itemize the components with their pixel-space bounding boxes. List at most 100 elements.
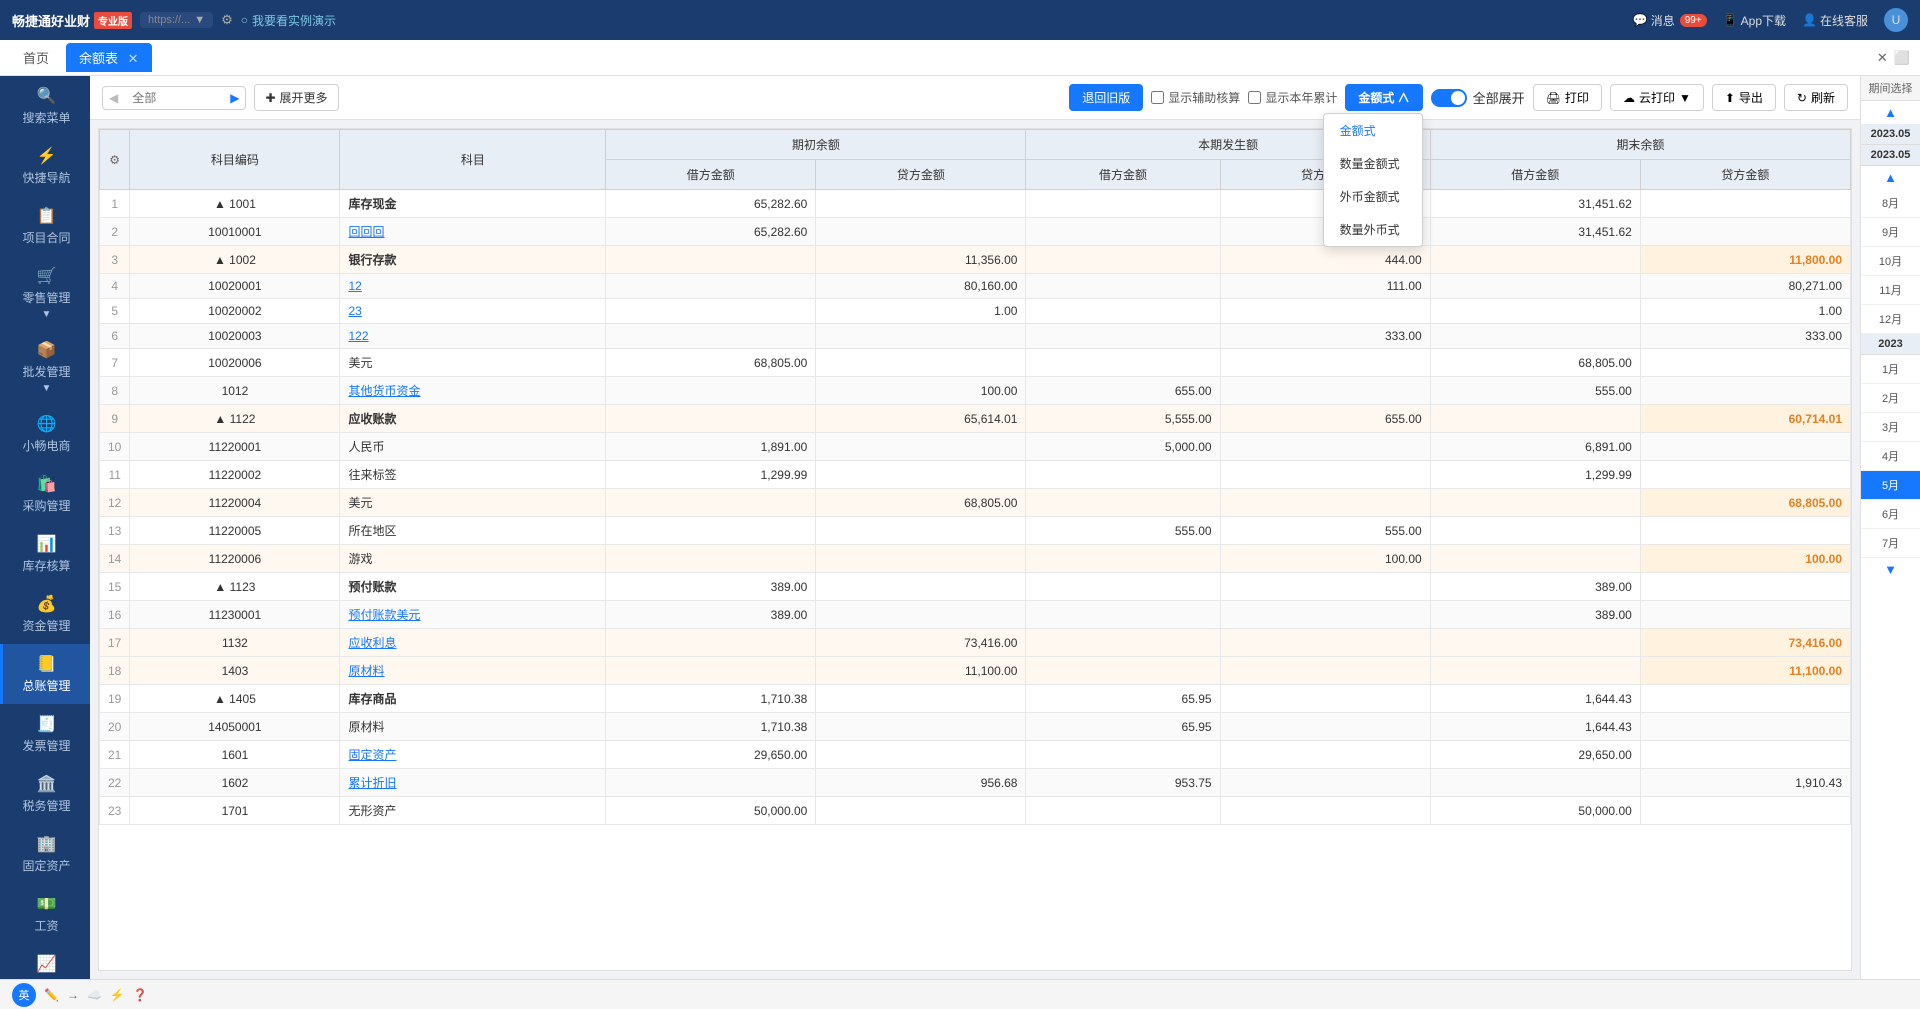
tab-balance[interactable]: 余额表 ✕ [66,43,152,72]
table-cell-subject[interactable]: 原材料 [340,657,606,685]
search-left-arrow-icon[interactable]: ◀ [103,87,124,109]
sidebar-item-fixed-assets[interactable]: 🏢 固定资产 [0,824,90,884]
table-cell-closing_debit: 50,000.00 [1430,797,1640,825]
sidebar-item-operations[interactable]: 📈 经营管理 [0,944,90,979]
period-nav-up2[interactable]: ▲ [1861,166,1920,189]
table-cell-code: 1701 [130,797,340,825]
col-gear-icon[interactable]: ⚙ [109,153,120,167]
amount-mode-item-amount[interactable]: 金额式 [1324,114,1422,147]
table-cell-code: 11230001 [130,601,340,629]
tab-close-icon[interactable]: ✕ [128,51,139,66]
sidebar-item-inventory[interactable]: 📊 库存核算 [0,524,90,584]
show-assist-checkbox[interactable]: 显示辅助核算 [1151,89,1240,106]
table-cell-closing_credit [1640,601,1850,629]
sidebar-item-project[interactable]: 📋 项目合同 [0,196,90,256]
sidebar-item-retail[interactable]: 🛒 零售管理 ▼ [0,256,90,330]
table-cell-subject[interactable]: 回回回 [340,218,606,246]
period-10[interactable]: 10月 [1861,247,1920,276]
expand-more-btn[interactable]: ✚ 展开更多 [254,84,338,111]
messages[interactable]: 💬 消息 99+ [1633,12,1707,29]
table-cell-subject[interactable]: 122 [340,324,606,349]
table-cell-subject[interactable]: 23 [340,299,606,324]
sidebar-item-ecommerce[interactable]: 🌐 小畅电商 [0,404,90,464]
search-right-arrow-icon[interactable]: ▶ [224,87,245,109]
lang-switch-btn[interactable]: 英 [12,983,36,1007]
sidebar-item-finance[interactable]: 💰 资金管理 [0,584,90,644]
cloud-print-btn[interactable]: ☁ 云打印 ▼ [1610,84,1704,111]
sidebar-item-payroll[interactable]: 💵 工资 [0,884,90,944]
table-cell-period_credit [1220,713,1430,741]
period-1[interactable]: 1月 [1861,355,1920,384]
period-nav-down[interactable]: ▼ [1861,558,1920,581]
sidebar-item-invoice[interactable]: 🧾 发票管理 [0,704,90,764]
table-cell-closing_debit: 1,299.99 [1430,461,1640,489]
table-row: 9 [100,405,130,433]
search-input[interactable] [124,87,224,109]
table-cell-subject[interactable]: 12 [340,274,606,299]
top-bar-left: 畅捷通好业财 专业版 https://... ▼ ⚙ ○ 我要看实例演示 [12,11,336,30]
demo-link[interactable]: ○ 我要看实例演示 [241,12,336,29]
table-cell-period_debit: 5,555.00 [1026,405,1220,433]
period-9[interactable]: 9月 [1861,218,1920,247]
user-avatar[interactable]: U [1884,8,1908,32]
table-cell-subject[interactable]: 预付账款美元 [340,601,606,629]
close-window-icon[interactable]: ✕ [1877,50,1888,66]
table-cell-subject[interactable]: 固定资产 [340,741,606,769]
table-cell-opening_credit [816,461,1026,489]
refresh-btn[interactable]: ↻ 刷新 [1784,84,1848,111]
period-11[interactable]: 11月 [1861,276,1920,305]
table-cell-period_debit [1026,190,1220,218]
help-icon[interactable]: ❓ [133,988,148,1002]
sidebar-item-purchase[interactable]: 🛍️ 采购管理 [0,464,90,524]
show-ytd-checkbox[interactable]: 显示本年累计 [1248,89,1337,106]
table-cell-period_debit [1026,489,1220,517]
sidebar-item-search[interactable]: 🔍 搜索菜单 [0,76,90,136]
table-cell-subject[interactable]: 其他货币资金 [340,377,606,405]
amount-mode-item-qty-foreign[interactable]: 数量外币式 [1324,213,1422,246]
sidebar-item-tax[interactable]: 🏛️ 税务管理 [0,764,90,824]
online-service[interactable]: 👤 在线客服 [1802,12,1868,29]
table-cell-subject: 库存现金 [340,190,606,218]
table-row: 22 [100,769,130,797]
period-12[interactable]: 12月 [1861,305,1920,334]
lightning-icon[interactable]: ⚡ [110,988,125,1002]
settings-icon[interactable]: ⚙ [221,12,233,28]
amount-mode-item-foreign-amount[interactable]: 外币金额式 [1324,180,1422,213]
period-2[interactable]: 2月 [1861,384,1920,413]
sidebar-item-wholesale[interactable]: 📦 批发管理 ▼ [0,330,90,404]
retail-icon: 🛒 [37,266,57,286]
sidebar-item-quick-nav[interactable]: ⚡ 快捷导航 [0,136,90,196]
period-8[interactable]: 8月 [1861,189,1920,218]
app-download[interactable]: 📱 App下载 [1723,12,1786,29]
export-btn[interactable]: ⬆ 导出 [1712,84,1776,111]
back-old-version-btn[interactable]: 退回旧版 [1069,84,1143,111]
maximize-icon[interactable]: ⬜ [1894,50,1910,66]
table-cell-closing_credit [1640,433,1850,461]
amount-mode-btn[interactable]: 金额式 ∧ [1345,84,1422,111]
toggle-switch[interactable] [1431,89,1467,107]
url-bar[interactable]: https://... ▼ [140,12,213,28]
period-nav-up[interactable]: ▲ [1861,101,1920,124]
period-7[interactable]: 7月 [1861,529,1920,558]
table-cell-period_debit [1026,324,1220,349]
sidebar-item-ledger[interactable]: 📒 总账管理 [0,644,90,704]
edit-icon[interactable]: ✏️ [44,988,59,1002]
period-6[interactable]: 6月 [1861,500,1920,529]
period-5[interactable]: 5月 [1861,471,1920,500]
wholesale-arrow-icon: ▼ [42,383,52,394]
table-cell-subject[interactable]: 应收利息 [340,629,606,657]
logo: 畅捷通好业财 专业版 [12,11,132,30]
period-3[interactable]: 3月 [1861,413,1920,442]
table-cell-subject[interactable]: 累计折旧 [340,769,606,797]
print-btn[interactable]: 🖨 打印 [1533,84,1602,111]
table-cell-period_credit [1220,461,1430,489]
period-4[interactable]: 4月 [1861,442,1920,471]
table-cell-period_credit [1220,377,1430,405]
cloud-icon[interactable]: ☁️ [87,988,102,1002]
amount-mode-item-qty-amount[interactable]: 数量金额式 [1324,147,1422,180]
table-cell-opening_debit [606,517,816,545]
table-cell-opening_debit: 1,710.38 [606,685,816,713]
col-closing-credit-header: 贷方金额 [1640,160,1850,190]
tab-home[interactable]: 首页 [10,43,62,72]
table-cell-opening_debit [606,629,816,657]
